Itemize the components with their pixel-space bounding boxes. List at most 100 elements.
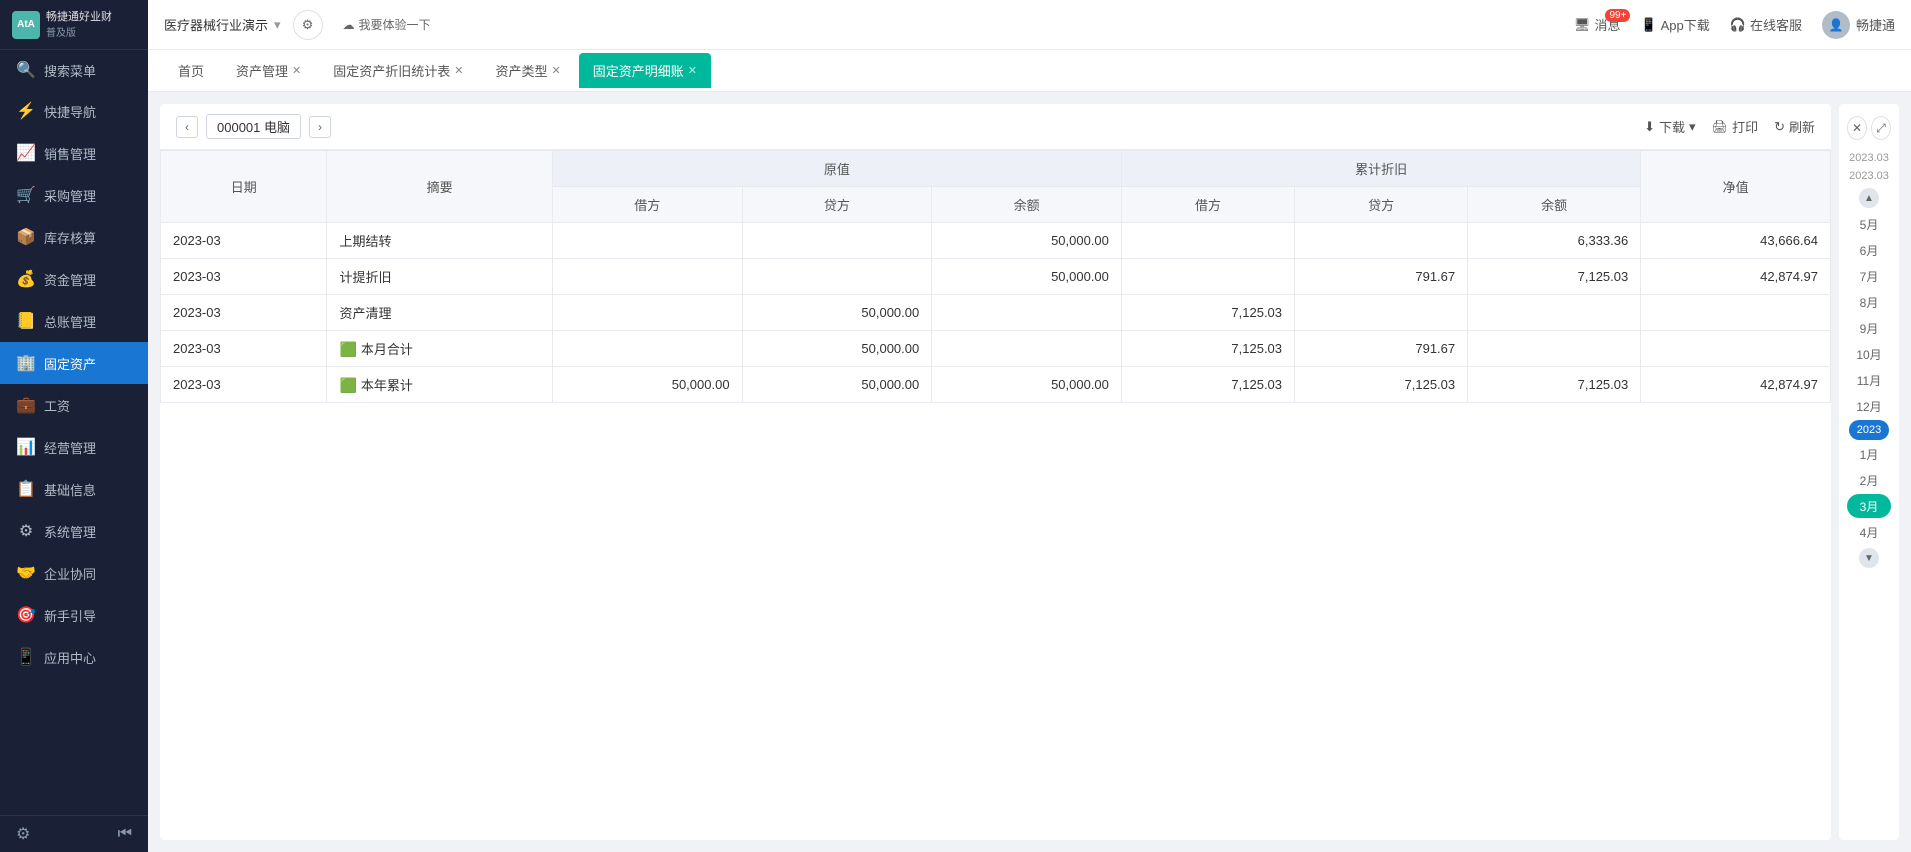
subtotal-icon: 🟩 bbox=[339, 341, 356, 357]
app-download-button[interactable]: 📱 App下载 bbox=[1640, 15, 1709, 34]
timeline-month-10[interactable]: 10月 bbox=[1847, 342, 1891, 366]
tab-home[interactable]: 首页 bbox=[164, 53, 218, 88]
tab-close-asset-type[interactable]: ✕ bbox=[552, 64, 561, 77]
timeline-month-1[interactable]: 1月 bbox=[1847, 442, 1891, 466]
sidebar-item-inventory[interactable]: 📦 库存核算 bbox=[0, 216, 148, 258]
sidebar-nav: 🔍 搜索菜单 ⚡ 快捷导航 📈 销售管理 🛒 采购管理 📦 库存核算 💰 资金管… bbox=[0, 50, 148, 815]
timeline-month-5[interactable]: 5月 bbox=[1847, 212, 1891, 236]
sidebar-item-purchase[interactable]: 🛒 采购管理 bbox=[0, 174, 148, 216]
experience-button[interactable]: ☁ 我要体验一下 bbox=[343, 16, 431, 33]
cell-orig-debit bbox=[552, 259, 742, 295]
system-icon: ⚙ bbox=[16, 521, 36, 541]
app-logo-text: 畅捷通好业财 普及版 bbox=[46, 10, 112, 39]
collapse-icon[interactable]: ⏮ bbox=[118, 825, 132, 843]
ledger-icon: 📒 bbox=[16, 311, 36, 331]
cell-accum-debit bbox=[1121, 223, 1294, 259]
inventory-icon: 📦 bbox=[16, 227, 36, 247]
timeline-scroll-up[interactable]: ▲ bbox=[1859, 188, 1879, 208]
timeline-month-9[interactable]: 9月 bbox=[1847, 316, 1891, 340]
sidebar-item-basic-info[interactable]: 📋 基础信息 bbox=[0, 468, 148, 510]
timeline-month-11[interactable]: 11月 bbox=[1847, 368, 1891, 392]
tab-asset-detail[interactable]: 固定资产明细账 ✕ bbox=[579, 53, 711, 88]
timeline-month-4[interactable]: 4月 bbox=[1847, 520, 1891, 544]
sidebar-item-fixed-assets[interactable]: 🏢 固定资产 bbox=[0, 342, 148, 384]
cell-date: 2023-03 bbox=[161, 331, 327, 367]
sidebar-item-payroll[interactable]: 💼 工资 bbox=[0, 384, 148, 426]
timeline-month-8[interactable]: 8月 bbox=[1847, 290, 1891, 314]
funds-icon: 💰 bbox=[16, 269, 36, 289]
cell-orig-credit bbox=[742, 223, 932, 259]
cell-orig-debit bbox=[552, 223, 742, 259]
col-summary: 摘要 bbox=[327, 151, 552, 223]
settings-footer-icon[interactable]: ⚙ bbox=[16, 824, 30, 844]
app-center-icon: 📱 bbox=[16, 647, 36, 667]
timeline-expand-button[interactable]: ⤢ bbox=[1871, 116, 1891, 140]
sidebar-item-ledger[interactable]: 📒 总账管理 bbox=[0, 300, 148, 342]
tab-asset-manage[interactable]: 资产管理 ✕ bbox=[222, 53, 315, 88]
prev-asset-button[interactable]: ‹ bbox=[176, 116, 198, 138]
timeline-year-top2: 2023.03 bbox=[1839, 168, 1899, 184]
tab-close-asset-manage[interactable]: ✕ bbox=[292, 64, 301, 77]
cell-orig-credit: 50,000.00 bbox=[742, 367, 932, 403]
sidebar-item-search[interactable]: 🔍 搜索菜单 bbox=[0, 50, 148, 90]
company-selector[interactable]: 医疗器械行业演示 ▾ bbox=[164, 15, 281, 34]
sidebar-item-sales[interactable]: 📈 销售管理 bbox=[0, 132, 148, 174]
cell-orig-credit: 50,000.00 bbox=[742, 331, 932, 367]
main-area: 医疗器械行业演示 ▾ ⚙ ☁ 我要体验一下 🖥 消息 99+ 📱 App下载 🎧… bbox=[148, 0, 1911, 852]
cell-net-value: 42,874.97 bbox=[1641, 367, 1831, 403]
toolbar-actions: ⬇ 下载 ▾ 🖨 打印 ↻ 刷新 bbox=[1644, 117, 1815, 136]
tab-close-asset-detail[interactable]: ✕ bbox=[688, 64, 697, 77]
timeline-year-2023[interactable]: 2023 bbox=[1849, 420, 1889, 440]
notice-button[interactable]: 🖥 消息 99+ bbox=[1574, 15, 1621, 34]
operations-icon: 📊 bbox=[16, 437, 36, 457]
refresh-button[interactable]: ↻ 刷新 bbox=[1774, 117, 1815, 136]
timeline-month-7[interactable]: 7月 bbox=[1847, 264, 1891, 288]
sidebar-item-quick-nav[interactable]: ⚡ 快捷导航 bbox=[0, 90, 148, 132]
download-button[interactable]: ⬇ 下载 ▾ bbox=[1644, 117, 1695, 136]
data-table-wrapper: 日期 摘要 原值 累计折旧 净值 借方 贷方 余额 借方 贷方 余额 bbox=[160, 150, 1831, 840]
sidebar-item-system[interactable]: ⚙ 系统管理 bbox=[0, 510, 148, 552]
next-asset-button[interactable]: › bbox=[309, 116, 331, 138]
cell-accum-balance: 7,125.03 bbox=[1468, 367, 1641, 403]
tabbar: 首页 资产管理 ✕ 固定资产折旧统计表 ✕ 资产类型 ✕ 固定资产明细账 ✕ bbox=[148, 50, 1911, 92]
online-service-button[interactable]: 🎧 在线客服 bbox=[1730, 15, 1802, 34]
col-orig-debit: 借方 bbox=[552, 187, 742, 223]
cell-summary: 计提折旧 bbox=[327, 259, 552, 295]
sidebar-item-cooperation[interactable]: 🤝 企业协同 bbox=[0, 552, 148, 594]
sales-icon: 📈 bbox=[16, 143, 36, 163]
print-button[interactable]: 🖨 打印 bbox=[1712, 117, 1759, 136]
sidebar-item-app-center[interactable]: 📱 应用中心 bbox=[0, 636, 148, 678]
timeline-year-top1: 2023.03 bbox=[1839, 150, 1899, 166]
sidebar-item-operations[interactable]: 📊 经营管理 bbox=[0, 426, 148, 468]
cell-orig-debit: 50,000.00 bbox=[552, 367, 742, 403]
timeline-scroll-down[interactable]: ▼ bbox=[1859, 548, 1879, 568]
basic-info-icon: 📋 bbox=[16, 479, 36, 499]
cell-orig-balance: 50,000.00 bbox=[932, 367, 1122, 403]
cell-accum-balance: 6,333.36 bbox=[1468, 223, 1641, 259]
lightning-icon: ⚡ bbox=[16, 101, 36, 121]
col-accum-balance: 余额 bbox=[1468, 187, 1641, 223]
cell-accum-credit bbox=[1295, 295, 1468, 331]
timeline-month-6[interactable]: 6月 bbox=[1847, 238, 1891, 262]
tab-asset-type[interactable]: 资产类型 ✕ bbox=[481, 53, 574, 88]
sidebar-footer: ⚙ ⏮ bbox=[0, 815, 148, 852]
tab-depreciation-stats[interactable]: 固定资产折旧统计表 ✕ bbox=[319, 53, 477, 88]
tab-close-depreciation-stats[interactable]: ✕ bbox=[454, 64, 463, 77]
timeline-month-3-current[interactable]: 3月 bbox=[1847, 494, 1891, 518]
sidebar-item-guide[interactable]: 🎯 新手引导 bbox=[0, 594, 148, 636]
topbar-right: 🖥 消息 99+ 📱 App下载 🎧 在线客服 👤 畅捷通 bbox=[1574, 11, 1895, 39]
table-row: 2023-03 🟩本月合计 50,000.00 7,125.03 791.67 bbox=[161, 331, 1831, 367]
cooperation-icon: 🤝 bbox=[16, 563, 36, 583]
timeline-close-button[interactable]: ✕ bbox=[1847, 116, 1867, 140]
company-dropdown-icon: ▾ bbox=[274, 17, 281, 33]
cell-accum-balance bbox=[1468, 295, 1641, 331]
timeline-month-12[interactable]: 12月 bbox=[1847, 394, 1891, 418]
cell-accum-debit: 7,125.03 bbox=[1121, 295, 1294, 331]
timeline-month-2[interactable]: 2月 bbox=[1847, 468, 1891, 492]
table-row: 2023-03 上期结转 50,000.00 6,333.36 43,666.6… bbox=[161, 223, 1831, 259]
col-orig-credit: 贷方 bbox=[742, 187, 932, 223]
user-profile[interactable]: 👤 畅捷通 bbox=[1822, 11, 1895, 39]
sidebar-item-funds[interactable]: 💰 资金管理 bbox=[0, 258, 148, 300]
cell-accum-balance bbox=[1468, 331, 1641, 367]
company-settings-button[interactable]: ⚙ bbox=[293, 10, 323, 40]
